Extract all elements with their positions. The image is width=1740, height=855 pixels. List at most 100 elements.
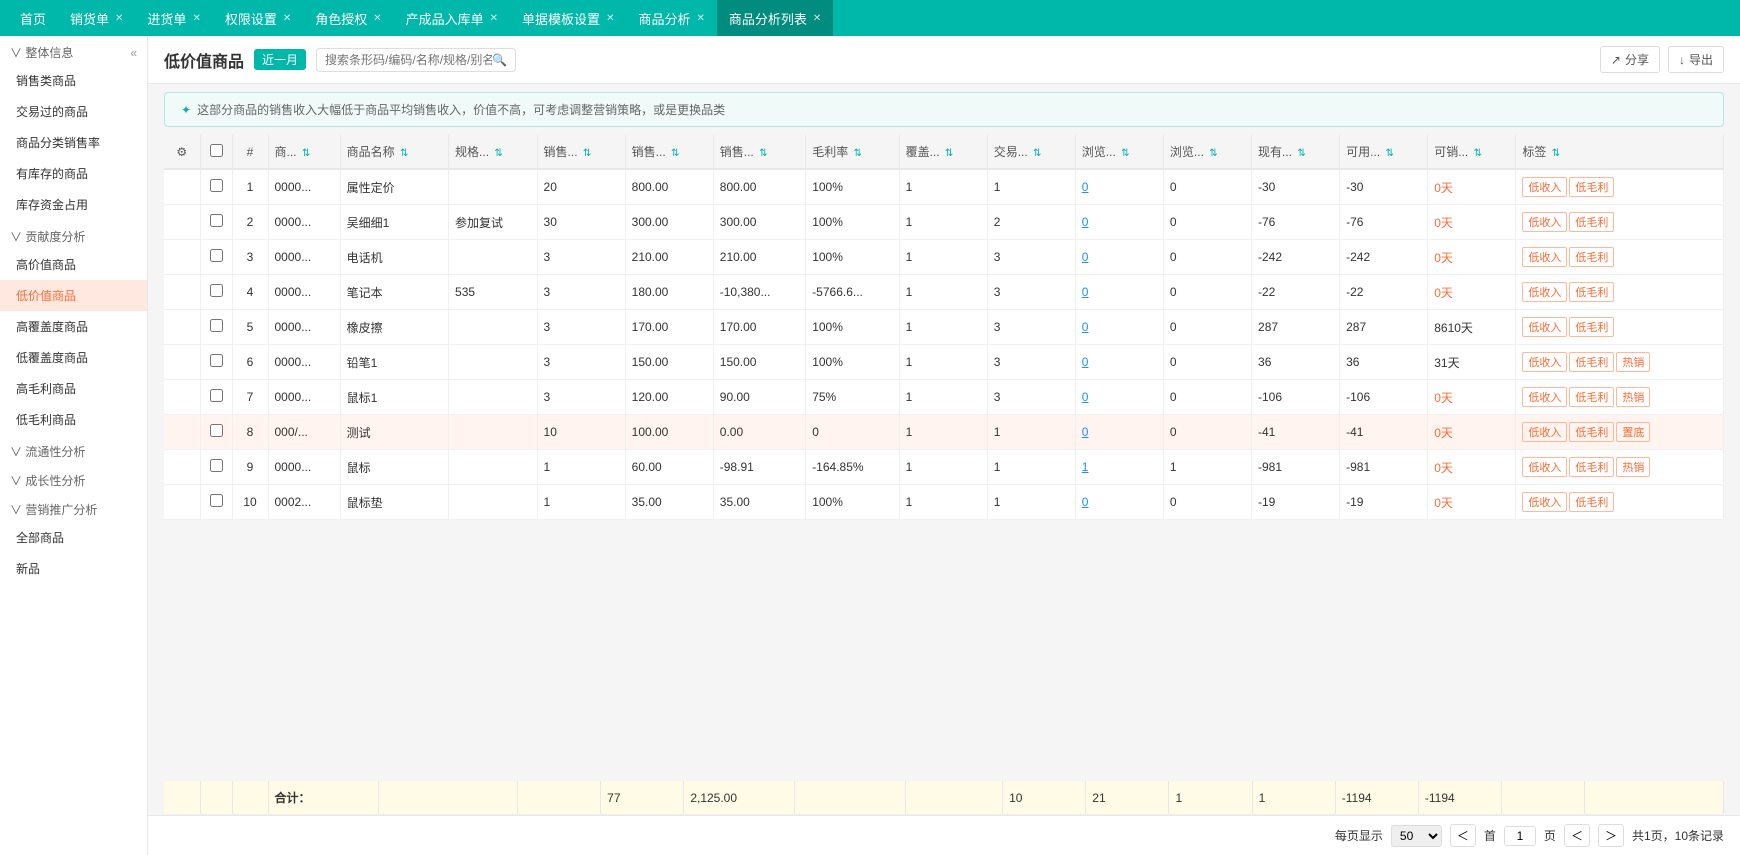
cell-transactions: 1	[987, 415, 1075, 450]
nav-product-analysis-list[interactable]: 商品分析列表 ✕	[717, 0, 833, 36]
cell-settings	[164, 450, 200, 485]
sidebar-item-low-value[interactable]: 低价值商品	[0, 280, 147, 311]
sidebar-group-marketing[interactable]: ∨ 营销推广分析	[0, 493, 147, 522]
cell-check[interactable]	[200, 240, 232, 275]
close-icon[interactable]: ✕	[192, 13, 200, 24]
cell-name: 铅笔1	[340, 345, 448, 380]
cell-check[interactable]	[200, 485, 232, 520]
cell-check[interactable]	[200, 415, 232, 450]
browse1-link[interactable]: 1	[1082, 460, 1089, 474]
table-row: 7 0000... 鼠标1 3 120.00 90.00 75% 1 3 0 0…	[164, 380, 1724, 415]
cell-sales-price: 60.00	[625, 450, 713, 485]
row-checkbox[interactable]	[210, 459, 223, 472]
cell-browse1[interactable]: 0	[1075, 205, 1163, 240]
page-number-input[interactable]	[1504, 826, 1536, 846]
cell-browse1[interactable]: 0	[1075, 345, 1163, 380]
close-icon[interactable]: ✕	[813, 13, 821, 24]
sidebar-item-high-coverage[interactable]: 高覆盖度商品	[0, 311, 147, 342]
cell-browse1[interactable]: 0	[1075, 380, 1163, 415]
sidebar-item-low-coverage[interactable]: 低覆盖度商品	[0, 342, 147, 373]
cell-check[interactable]	[200, 169, 232, 205]
sidebar-group-overall[interactable]: ∨ 整体信息 «	[0, 36, 147, 65]
col-settings[interactable]: ⚙	[164, 135, 200, 169]
browse1-link[interactable]: 0	[1082, 250, 1089, 264]
row-checkbox[interactable]	[210, 424, 223, 437]
row-checkbox[interactable]	[210, 494, 223, 507]
totals-spacer2	[200, 781, 232, 815]
row-checkbox[interactable]	[210, 249, 223, 262]
cell-check[interactable]	[200, 345, 232, 380]
select-all-checkbox[interactable]	[210, 144, 223, 157]
first-page-button[interactable]: ＜	[1450, 824, 1476, 847]
cell-browse1[interactable]: 0	[1075, 415, 1163, 450]
row-checkbox[interactable]	[210, 319, 223, 332]
sidebar-group-contribution[interactable]: ∨ 贡献度分析	[0, 220, 147, 249]
close-icon[interactable]: ✕	[283, 13, 291, 24]
nav-purchase-order[interactable]: 进货单 ✕	[135, 0, 212, 36]
sidebar-item-all-products[interactable]: 全部商品	[0, 522, 147, 553]
sidebar-item-high-margin[interactable]: 高毛利商品	[0, 373, 147, 404]
close-icon[interactable]: ✕	[373, 13, 381, 24]
page-size-label: 每页显示	[1335, 827, 1383, 844]
browse1-link[interactable]: 0	[1082, 180, 1089, 194]
cell-check[interactable]	[200, 275, 232, 310]
close-icon[interactable]: ✕	[696, 13, 704, 24]
export-button[interactable]: ↓ 导出	[1668, 46, 1724, 73]
nav-permission-setting[interactable]: 权限设置 ✕	[213, 0, 303, 36]
browse1-link[interactable]: 0	[1082, 320, 1089, 334]
cell-browse1[interactable]: 0	[1075, 485, 1163, 520]
nav-home[interactable]: 首页	[8, 0, 58, 36]
close-icon[interactable]: ✕	[490, 13, 498, 24]
cell-check[interactable]	[200, 310, 232, 345]
sidebar-item-new-products[interactable]: 新品	[0, 553, 147, 584]
totals-spacer1	[164, 781, 200, 815]
sidebar-item-high-value[interactable]: 高价值商品	[0, 249, 147, 280]
nav-sales-order[interactable]: 销货单 ✕	[58, 0, 135, 36]
row-checkbox[interactable]	[210, 179, 223, 192]
browse1-link[interactable]: 0	[1082, 285, 1089, 299]
collapse-icon[interactable]: «	[130, 46, 137, 60]
sidebar-item-stock-products[interactable]: 有库存的商品	[0, 158, 147, 189]
browse1-link[interactable]: 0	[1082, 390, 1089, 404]
cell-browse1[interactable]: 0	[1075, 240, 1163, 275]
browse1-link[interactable]: 0	[1082, 495, 1089, 509]
cell-browse1[interactable]: 0	[1075, 169, 1163, 205]
close-icon[interactable]: ✕	[606, 13, 614, 24]
filter-tag-month[interactable]: 近一月	[254, 49, 306, 70]
row-checkbox[interactable]	[210, 389, 223, 402]
search-box[interactable]: 🔍	[316, 48, 516, 72]
cell-browse1[interactable]: 1	[1075, 450, 1163, 485]
search-icon[interactable]: 🔍	[492, 53, 507, 67]
browse1-link[interactable]: 0	[1082, 355, 1089, 369]
sidebar-group-circulation[interactable]: ∨ 流通性分析	[0, 435, 147, 464]
page-size-select[interactable]: 50 100	[1391, 825, 1442, 847]
sidebar-item-category-sales-rate[interactable]: 商品分类销售率	[0, 127, 147, 158]
sidebar-item-low-margin[interactable]: 低毛利商品	[0, 404, 147, 435]
next-page-button[interactable]: ＞	[1598, 824, 1624, 847]
nav-template-setting[interactable]: 单据模板设置 ✕	[510, 0, 626, 36]
cell-browse1[interactable]: 0	[1075, 275, 1163, 310]
sidebar-item-sales-products[interactable]: 销售类商品	[0, 65, 147, 96]
browse1-link[interactable]: 0	[1082, 425, 1089, 439]
browse1-link[interactable]: 0	[1082, 215, 1089, 229]
cell-check[interactable]	[200, 450, 232, 485]
sidebar-group-growth[interactable]: ∨ 成长性分析	[0, 464, 147, 493]
cell-browse1[interactable]: 0	[1075, 310, 1163, 345]
share-button[interactable]: ↗ 分享	[1600, 46, 1660, 73]
cell-check[interactable]	[200, 205, 232, 240]
row-checkbox[interactable]	[210, 354, 223, 367]
nav-product-analysis[interactable]: 商品分析 ✕	[626, 0, 716, 36]
table-container[interactable]: ⚙ # 商... ⇅ 商品名称 ⇅ 规格... ⇅ 销售... ⇅ 销售... …	[148, 127, 1740, 781]
sidebar-item-traded-products[interactable]: 交易过的商品	[0, 96, 147, 127]
prev-page-button[interactable]: ＜	[1564, 824, 1590, 847]
cell-gross-rate: 100%	[806, 345, 899, 380]
totals-tags	[1585, 781, 1724, 815]
close-icon[interactable]: ✕	[115, 13, 123, 24]
row-checkbox[interactable]	[210, 284, 223, 297]
sidebar-item-stock-capital[interactable]: 库存资金占用	[0, 189, 147, 220]
row-checkbox[interactable]	[210, 214, 223, 227]
nav-product-inbound[interactable]: 产成品入库单 ✕	[394, 0, 510, 36]
cell-check[interactable]	[200, 380, 232, 415]
nav-role-auth[interactable]: 角色授权 ✕	[303, 0, 393, 36]
search-input[interactable]	[325, 53, 492, 67]
